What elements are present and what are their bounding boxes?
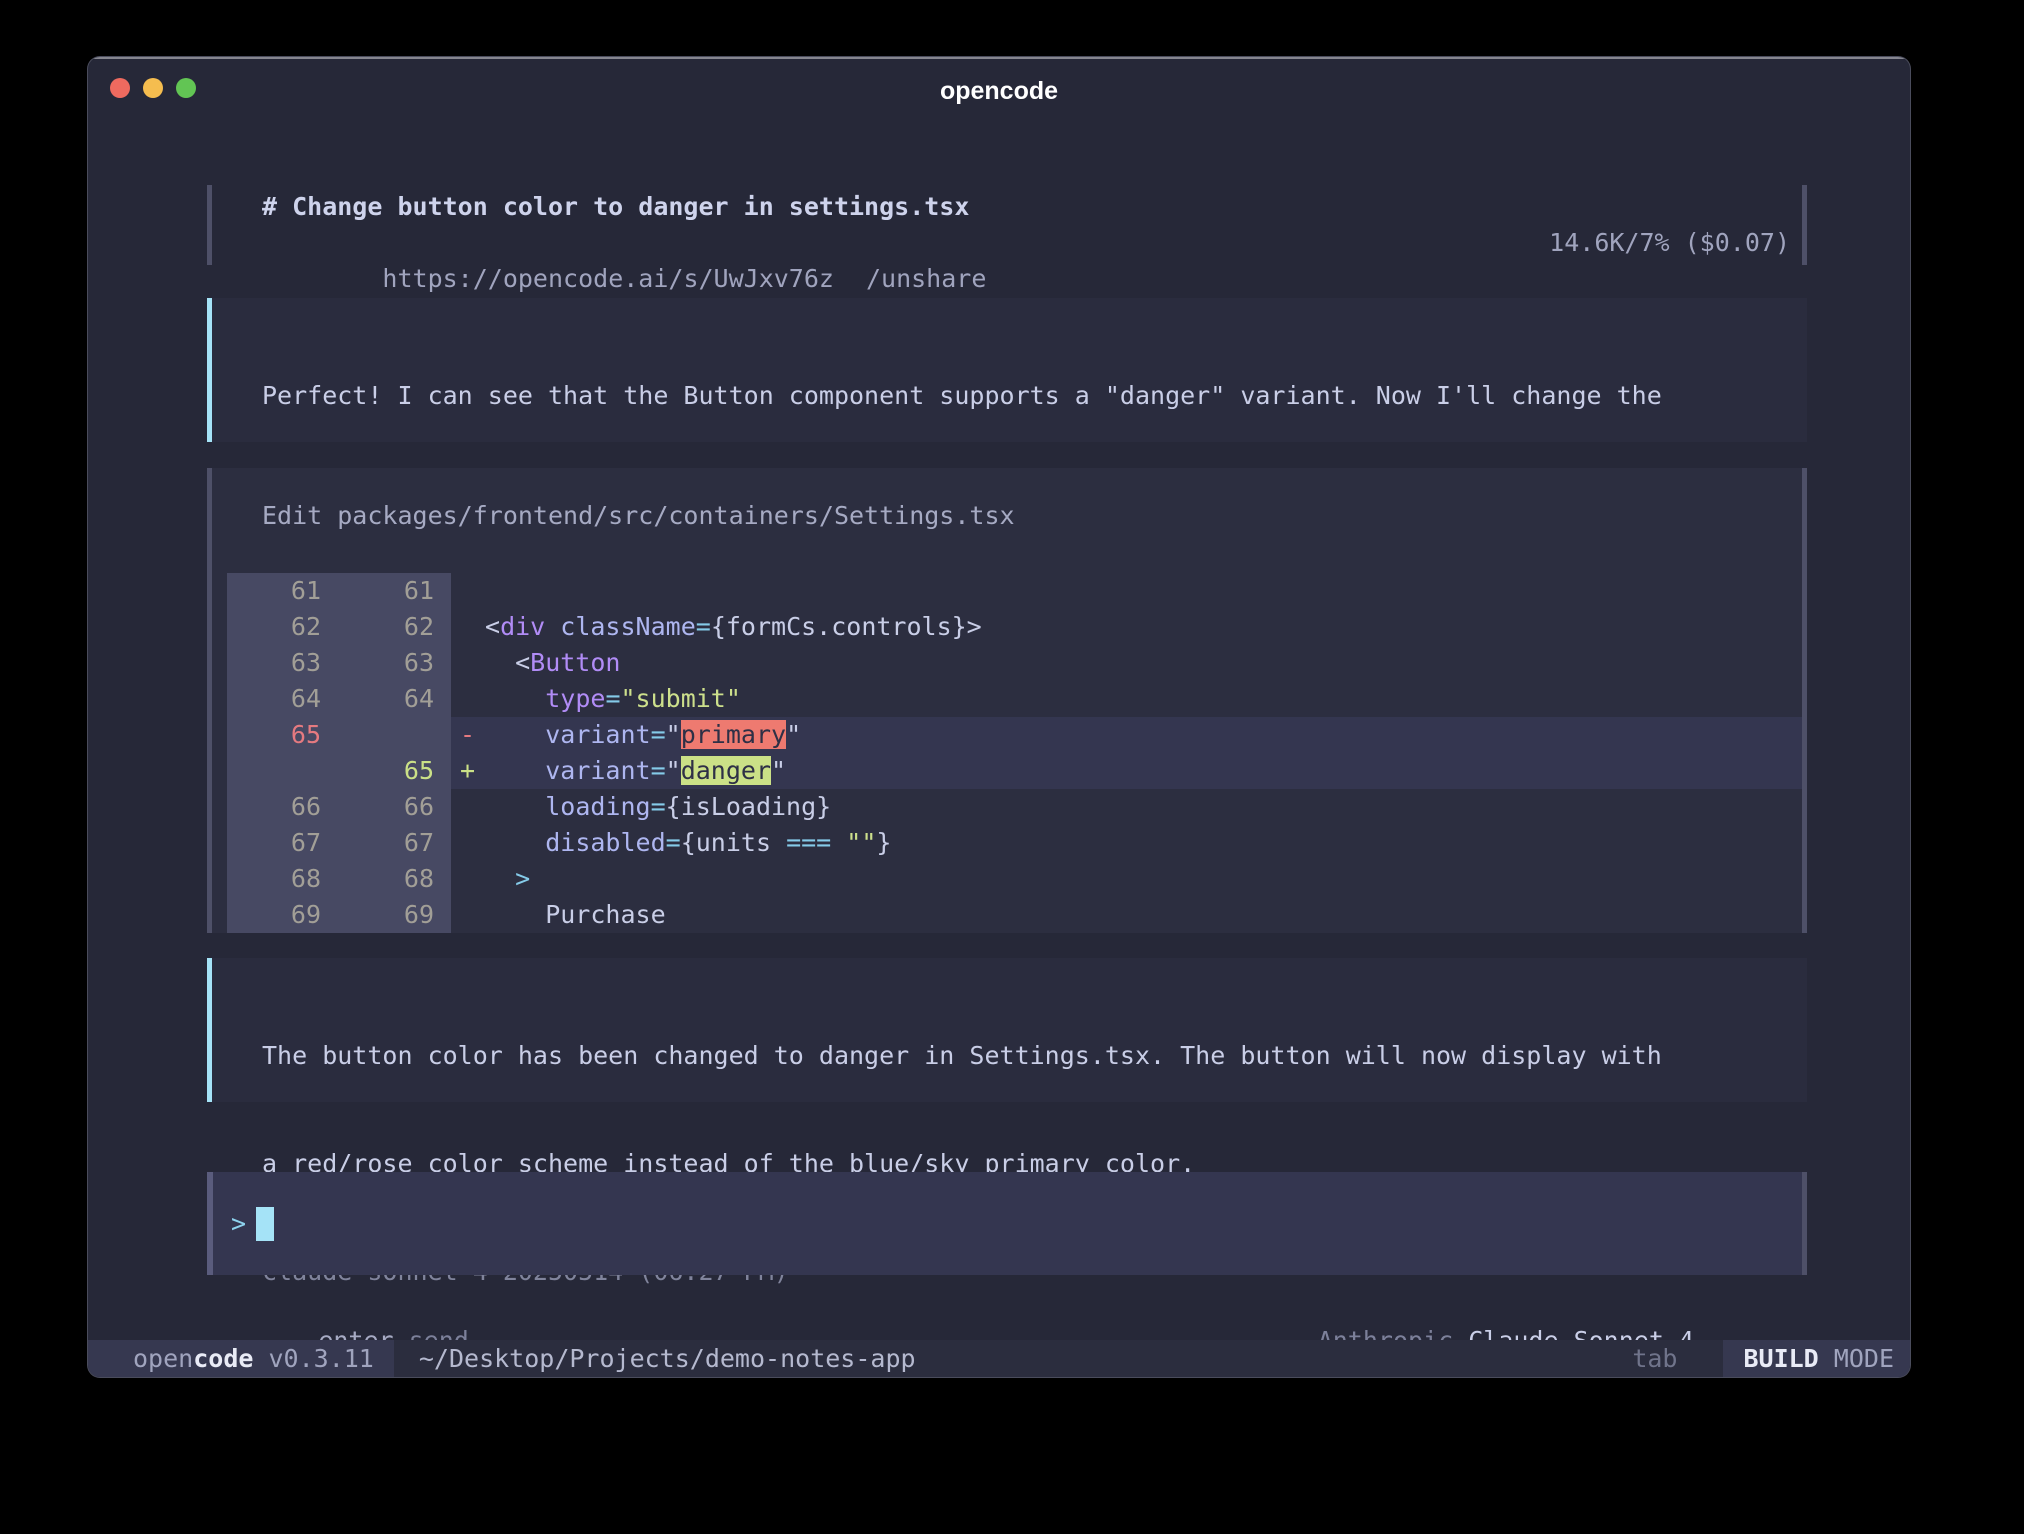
window-title: opencode <box>88 77 1910 106</box>
session-title: # Change button color to danger in setti… <box>262 189 1790 225</box>
diff-line: 6868 > <box>227 861 1802 897</box>
diff-line: 6969 Purchase <box>227 897 1802 933</box>
diff-line: 6767 disabled={units === ""} <box>227 825 1802 861</box>
diff-rows: 61616262<div className={formCs.controls}… <box>227 573 1802 933</box>
hint-row: enter send Anthropic Claude Sonnet 4 <box>207 1287 1807 1323</box>
app-version-badge: opencode v0.3.11 <box>88 1340 394 1377</box>
session-header: # Change button color to danger in setti… <box>207 185 1807 265</box>
edit-file-path: Edit packages/frontend/src/containers/Se… <box>212 468 1802 573</box>
message-line: Perfect! I can see that the Button compo… <box>262 378 1807 414</box>
tab-key-hint: tab <box>1632 1340 1677 1377</box>
mode-badge[interactable]: BUILD MODE <box>1723 1340 1910 1377</box>
assistant-message: Perfect! I can see that the Button compo… <box>207 298 1807 442</box>
diff-line: 65+ variant="danger" <box>227 753 1802 789</box>
diff-line: 6464 type="submit" <box>227 681 1802 717</box>
diff-line: 6161 <box>227 573 1802 609</box>
diff-line: 6363 <Button <box>227 645 1802 681</box>
unshare-command[interactable]: /unshare <box>866 264 986 293</box>
diff-line: 6262<div className={formCs.controls}> <box>227 609 1802 645</box>
diff-line: 6666 loading={isLoading} <box>227 789 1802 825</box>
status-bar: opencode v0.3.11 ~/Desktop/Projects/demo… <box>88 1340 1910 1377</box>
opencode-window: opencode # Change button color to danger… <box>88 57 1910 1377</box>
edit-tool-block: Edit packages/frontend/src/containers/Se… <box>207 468 1807 933</box>
text-cursor <box>256 1207 274 1241</box>
message-line: The button color has been changed to dan… <box>262 1038 1807 1074</box>
assistant-message: The button color has been changed to dan… <box>207 958 1807 1102</box>
diff-line: 65- variant="primary" <box>227 717 1802 753</box>
titlebar[interactable]: opencode <box>88 57 1910 115</box>
share-url[interactable]: https://opencode.ai/s/UwJxv76z <box>382 264 834 293</box>
working-directory: ~/Desktop/Projects/demo-notes-app <box>419 1340 916 1377</box>
prompt-chevron-icon: > <box>231 1209 246 1238</box>
prompt-input[interactable]: > <box>207 1172 1807 1275</box>
